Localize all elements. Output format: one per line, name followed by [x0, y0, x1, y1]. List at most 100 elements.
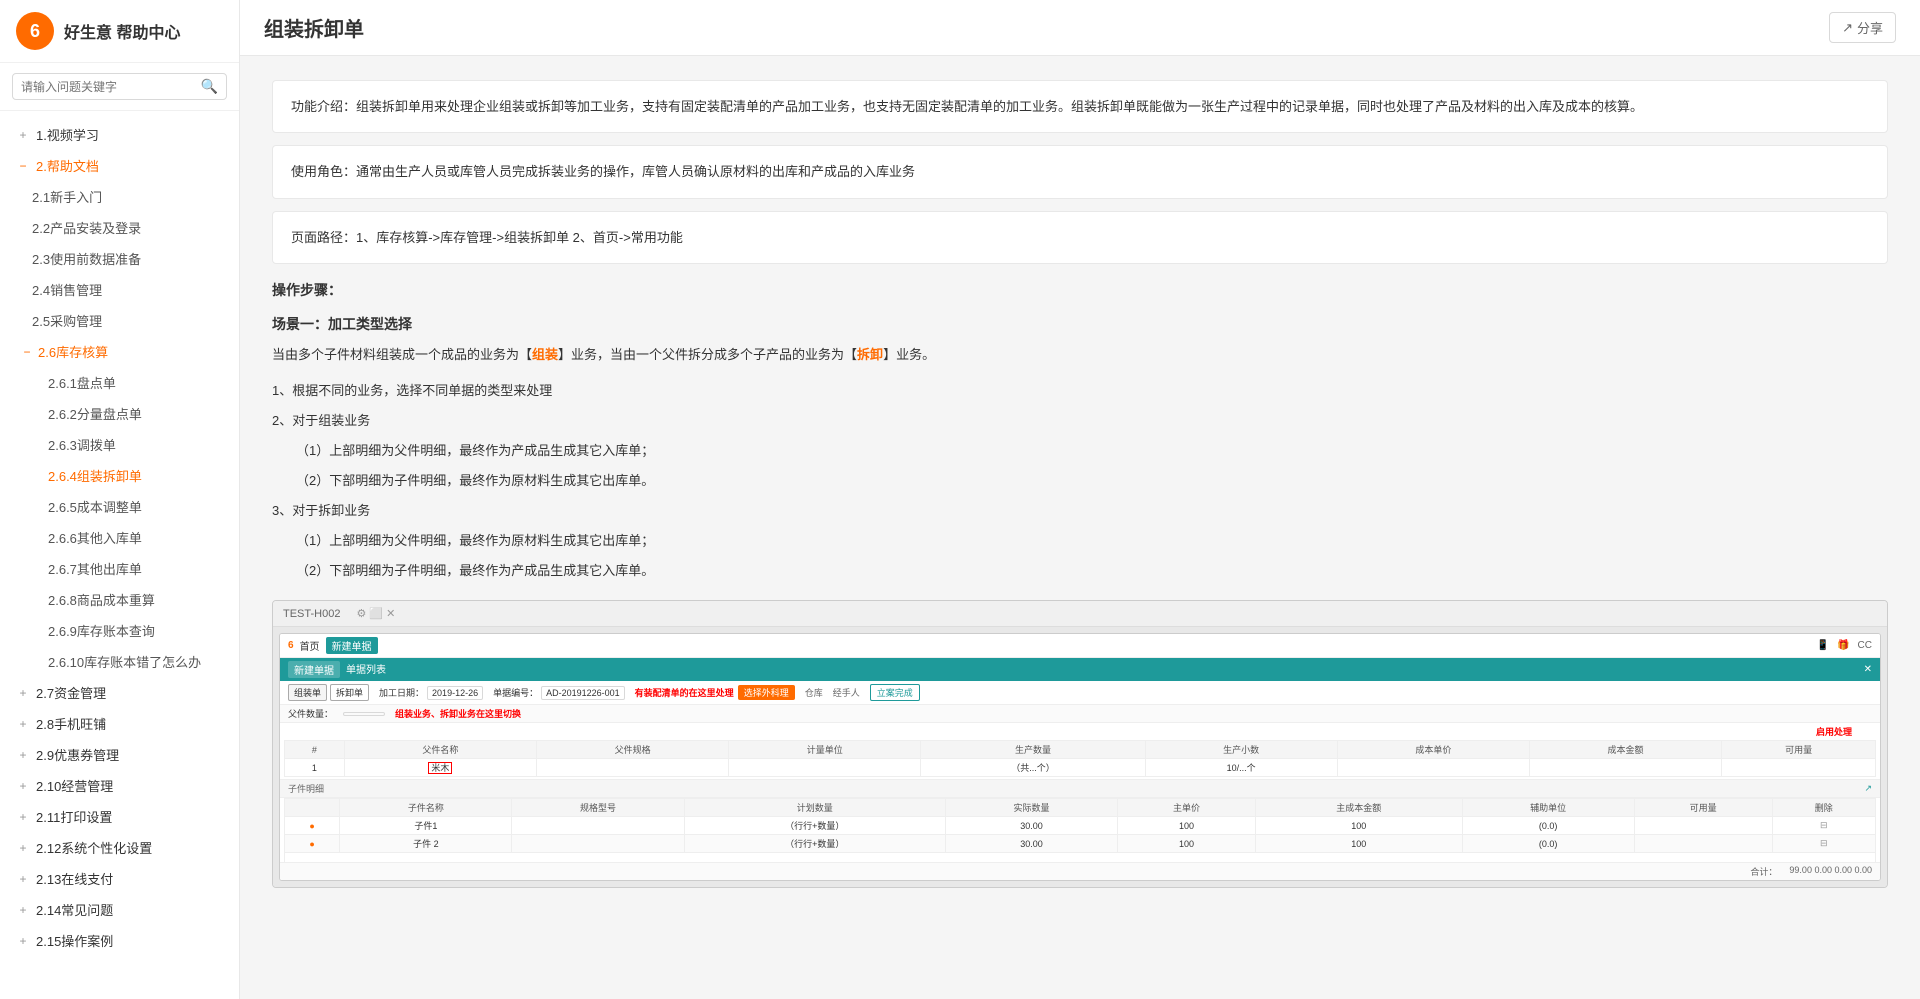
mock-code-value[interactable]: AD-20191226-001 — [541, 686, 625, 700]
sidebar-item-label: 2.3使用前数据准备 — [32, 249, 141, 268]
mock-parent-th-unit: 计量单位 — [729, 741, 921, 759]
mock-date-label: 加工日期： — [379, 686, 424, 699]
search-box[interactable]: 🔍 — [12, 73, 227, 100]
mock-sub-cell-cost2: 100 — [1255, 835, 1462, 853]
mock-sub-cell-avail — [1634, 817, 1772, 835]
mock-field-date: 加工日期： 2019-12-26 — [379, 686, 483, 700]
mock-sub-cell-actual2: 30.00 — [945, 835, 1117, 853]
mock-cell-name-input[interactable]: 米木 — [428, 762, 452, 774]
search-input[interactable] — [21, 80, 201, 94]
mock-app-icon-1: 📱 — [1817, 640, 1829, 651]
mock-sub-qty-input[interactable] — [343, 712, 385, 716]
mock-parent-th-cost-price: 成本单价 — [1337, 741, 1529, 759]
mock-form-close[interactable]: ✕ — [1864, 664, 1872, 675]
share-button[interactable]: ↗ 分享 — [1829, 12, 1896, 43]
expand-icon: + — [16, 872, 30, 886]
sidebar-item-label: 2.4销售管理 — [32, 280, 102, 299]
mock-sub-cell-del2[interactable]: ⊟ — [1772, 835, 1875, 853]
mock-tab-list[interactable]: 单据列表 — [346, 661, 386, 678]
mock-sub-th-aux-unit: 辅助单位 — [1462, 799, 1634, 817]
sidebar-item-2-6-5[interactable]: 2.6.5成本调整单 — [0, 491, 239, 522]
share-icon: ↗ — [1842, 20, 1853, 36]
mock-btn-select[interactable]: 选择外科理 — [738, 685, 795, 700]
step-2-1: （1）上部明细为父件明细，最终作为产成品生成其它入库单； — [296, 438, 1888, 464]
mock-form-tabs: 新建单据 单据列表 — [288, 661, 386, 678]
sidebar-item-2-6-6[interactable]: 2.6.6其他入库单 — [0, 522, 239, 553]
mock-sub-cell-plan2: （行行+数量） — [684, 835, 945, 853]
sidebar-item-2-3[interactable]: 2.3使用前数据准备 — [0, 243, 239, 274]
mock-sub-th-sel — [285, 799, 340, 817]
step-2: 2、对于组装业务 — [272, 408, 1888, 434]
mock-sub-th-del: 删除 — [1772, 799, 1875, 817]
mock-sub-cell-plan: （行行+数量） — [684, 817, 945, 835]
sidebar-item-2-6[interactable]: − 2.6库存核算 — [0, 336, 239, 367]
sidebar-item-2-6-7[interactable]: 2.6.7其他出库单 — [0, 553, 239, 584]
sidebar-item-2-4[interactable]: 2.4销售管理 — [0, 274, 239, 305]
logo-area: 6 好生意 帮助中心 — [0, 0, 239, 63]
sidebar-item-label: 2.5采购管理 — [32, 311, 102, 330]
sidebar-item-label: 2.10经营管理 — [36, 776, 113, 795]
path-block: 页面路径：1、库存核算->库存管理->组装拆卸单 2、首页->常用功能 — [272, 211, 1888, 264]
search-icon[interactable]: 🔍 — [201, 78, 218, 95]
sidebar-item-2-12[interactable]: + 2.12系统个性化设置 — [0, 832, 239, 863]
scenario1-desc: 当由多个子件材料组装成一个成品的业务为【组装】业务，当由一个父件拆分成多个子产品… — [272, 342, 1888, 368]
mock-tab-new[interactable]: 新建单据 — [288, 661, 340, 678]
search-area: 🔍 — [0, 63, 239, 111]
expand-icon: + — [16, 128, 30, 142]
sidebar-item-label: 2.6.6其他入库单 — [48, 528, 142, 547]
sidebar-item-2-6-2[interactable]: 2.6.2分量盘点单 — [0, 398, 239, 429]
sidebar-item-2-10[interactable]: + 2.10经营管理 — [0, 770, 239, 801]
expand-icon: − — [20, 345, 34, 359]
mock-app-topbar-right: 📱 🎁 CC — [1817, 640, 1872, 651]
sidebar-item-2-15[interactable]: + 2.15操作案例 — [0, 925, 239, 956]
path-text: 页面路径：1、库存核算->库存管理->组装拆卸单 2、首页->常用功能 — [291, 230, 683, 245]
mock-sub-header-expand[interactable]: ↗ — [1864, 783, 1872, 794]
mock-sub-th-plan-qty: 计划数量 — [684, 799, 945, 817]
mock-sub-th-price: 主单价 — [1118, 799, 1256, 817]
sidebar-item-2-2[interactable]: 2.2产品安装及登录 — [0, 212, 239, 243]
sidebar-item-2-6-3[interactable]: 2.6.3调拨单 — [0, 429, 239, 460]
page-title: 组装拆卸单 — [264, 13, 364, 42]
sidebar-item-2-9[interactable]: + 2.9优惠券管理 — [0, 739, 239, 770]
sidebar-item-2-14[interactable]: + 2.14常见问题 — [0, 894, 239, 925]
mock-type-zhuangzu[interactable]: 组装单 — [288, 684, 327, 701]
mock-code-label: 单据编号： — [493, 686, 538, 699]
table-row: 1 米木 （共...个） 10/...个 — [285, 759, 1876, 777]
sidebar-item-2-7[interactable]: + 2.7资金管理 — [0, 677, 239, 708]
sidebar-item-2-8[interactable]: + 2.8手机旺铺 — [0, 708, 239, 739]
sidebar-item-label: 2.6.2分量盘点单 — [48, 404, 142, 423]
sidebar-item-2-6-4[interactable]: 2.6.4组装拆卸单 — [0, 460, 239, 491]
step-3-1: （1）上部明细为父件明细，最终作为原材料生成其它出库单； — [296, 528, 1888, 554]
sidebar-item-label: 2.6.9库存账本查询 — [48, 621, 155, 640]
scenario1-desc-text: 当由多个子件材料组装成一个成品的业务为【组装】业务，当由一个父件拆分成多个子产品… — [272, 347, 935, 362]
sidebar-item-2-13[interactable]: + 2.13在线支付 — [0, 863, 239, 894]
mock-cell-num: 1 — [285, 759, 345, 777]
steps-list: 1、根据不同的业务，选择不同单据的类型来处理 2、对于组装业务 （1）上部明细为… — [272, 378, 1888, 584]
mock-app-topbar-left: 6 首页 新建单据 — [288, 637, 378, 654]
sidebar-item-1[interactable]: + 1.视频学习 — [0, 119, 239, 150]
sidebar-item-label: 2.6.1盘点单 — [48, 373, 116, 392]
mock-btn-apply[interactable]: 立案完成 — [870, 684, 920, 701]
sidebar-item-2-6-9[interactable]: 2.6.9库存账本查询 — [0, 615, 239, 646]
sidebar-item-2-6-1[interactable]: 2.6.1盘点单 — [0, 367, 239, 398]
mock-type-chaijie[interactable]: 拆卸单 — [330, 684, 369, 701]
sidebar-item-2-5[interactable]: 2.5采购管理 — [0, 305, 239, 336]
mock-sub-th-avail: 可用量 — [1634, 799, 1772, 817]
mock-parent-table: # 父件名称 父件规格 计量单位 生产数量 生产小数 成本单价 成本金额 可用量 — [284, 740, 1876, 777]
mock-username: CC — [1858, 640, 1872, 651]
sidebar-item-2-1[interactable]: 2.1新手入门 — [0, 181, 239, 212]
mock-nav-1: 首页 — [300, 638, 320, 653]
sidebar-item-2-6-8[interactable]: 2.6.8商品成本重算 — [0, 584, 239, 615]
mock-nav-2: 新建单据 — [326, 637, 378, 654]
mock-sub-cell-del[interactable]: ⊟ — [1772, 817, 1875, 835]
mock-date-value[interactable]: 2019-12-26 — [427, 686, 483, 700]
sidebar-item-label: 2.6.7其他出库单 — [48, 559, 142, 578]
sidebar-item-2-11[interactable]: + 2.11打印设置 — [0, 801, 239, 832]
function-intro-block: 功能介绍：组装拆卸单用来处理企业组装或拆卸等加工业务，支持有固定装配清单的产品加… — [272, 80, 1888, 133]
sidebar-item-2-6-10[interactable]: 2.6.10库存账本错了怎么办 — [0, 646, 239, 677]
step-3: 3、对于拆卸业务 — [272, 498, 1888, 524]
sidebar-item-label: 2.6.3调拨单 — [48, 435, 116, 454]
step-3-2: （2）下部明细为子件明细，最终作为产成品生成其它入库单。 — [296, 558, 1888, 584]
sidebar-item-2[interactable]: − 2.帮助文档 — [0, 150, 239, 181]
mock-sub-th-actual-qty: 实际数量 — [945, 799, 1117, 817]
